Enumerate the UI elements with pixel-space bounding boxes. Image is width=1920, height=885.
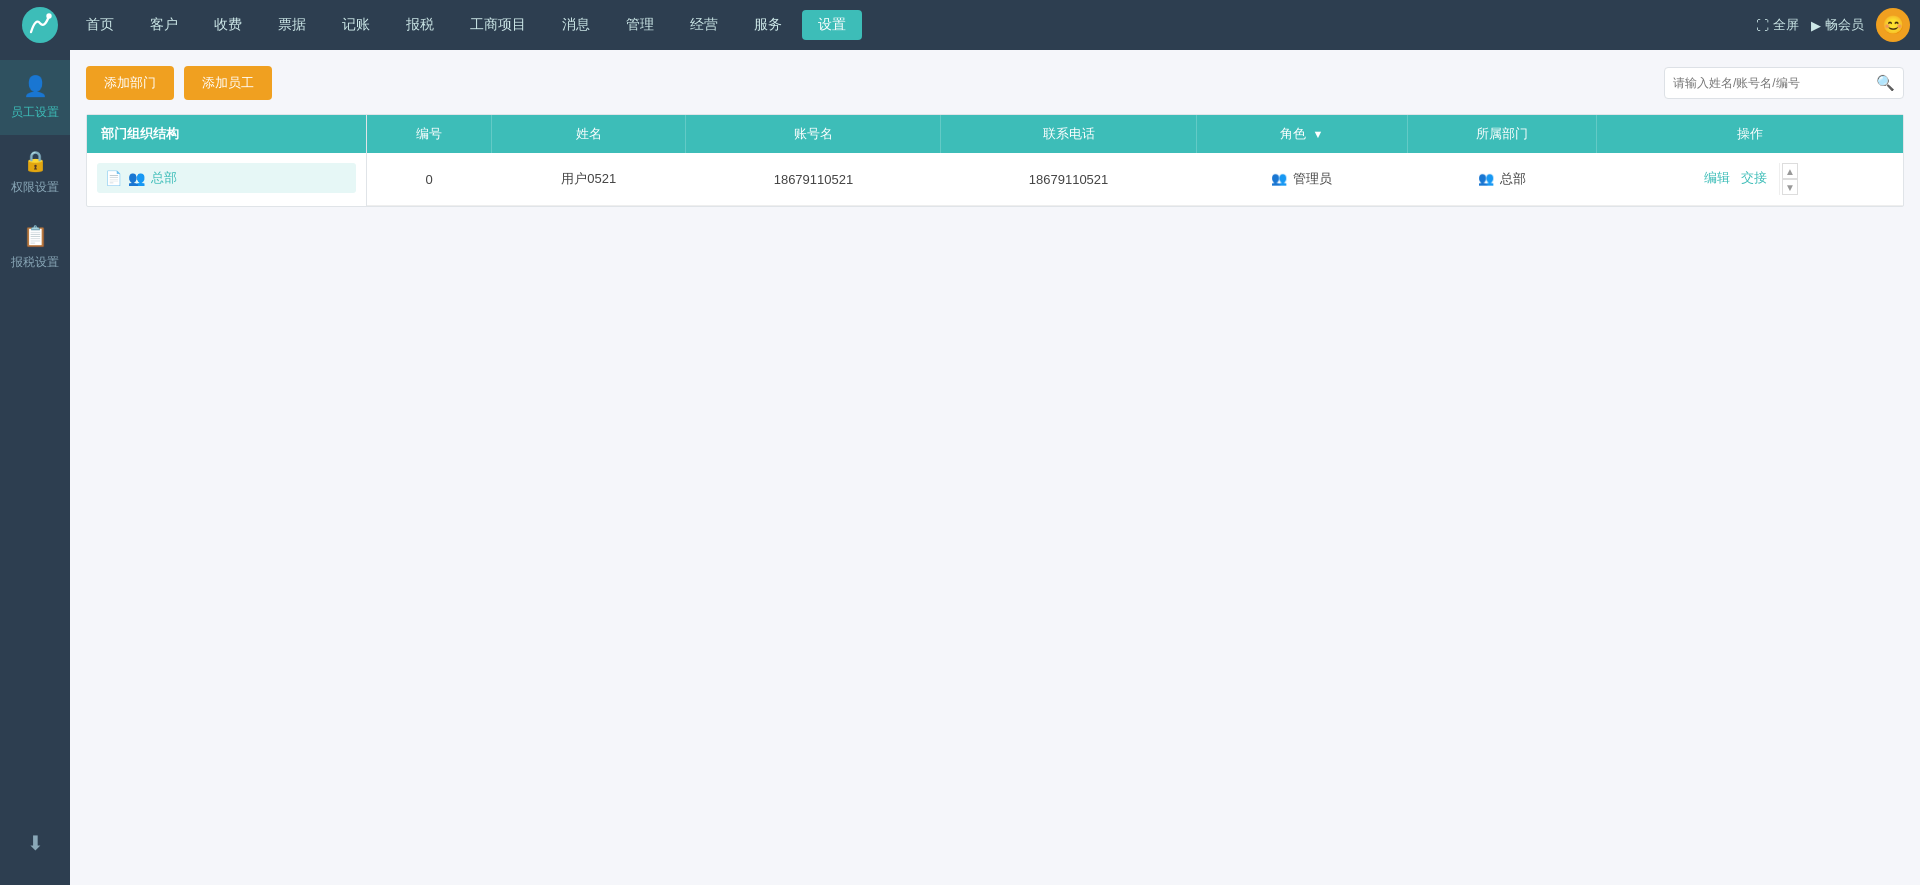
role-user-icon: 👥	[1271, 171, 1287, 186]
search-input[interactable]	[1673, 76, 1876, 90]
role-value: 管理员	[1293, 171, 1332, 186]
nav-service[interactable]: 服务	[738, 10, 798, 40]
scroll-down-btn[interactable]: ▼	[1782, 179, 1798, 195]
dept-user-icon-cell: 👥	[1478, 171, 1494, 186]
col-role: 角色 ▼	[1196, 115, 1407, 153]
avatar[interactable]: 😊	[1876, 8, 1910, 42]
employee-icon: 👤	[23, 74, 48, 98]
cell-account: 18679110521	[686, 153, 941, 206]
dept-name-root: 总部	[151, 169, 177, 187]
sidebar: 👤 员工设置 🔒 权限设置 📋 报税设置 ⬇	[0, 50, 70, 885]
nav-message[interactable]: 消息	[546, 10, 606, 40]
nav-business[interactable]: 工商项目	[454, 10, 542, 40]
search-container: 🔍	[1664, 67, 1904, 99]
fullscreen-btn[interactable]: ⛶ 全屏	[1756, 16, 1799, 34]
cell-id: 0	[367, 153, 491, 206]
scroll-ctrl: ▲ ▼	[1779, 163, 1800, 195]
cell-dept: 👥 总部	[1407, 153, 1597, 206]
transfer-link[interactable]: 交接	[1741, 170, 1767, 185]
logo[interactable]	[10, 7, 70, 43]
sidebar-download-btn[interactable]: ⬇	[27, 817, 44, 869]
toolbar: 添加部门 添加员工 🔍	[86, 66, 1904, 100]
scroll-up-btn[interactable]: ▲	[1782, 163, 1798, 179]
add-employee-button[interactable]: 添加员工	[184, 66, 272, 100]
main-layout: 👤 员工设置 🔒 权限设置 📋 报税设置 ⬇ 添加部门 添加员工 🔍	[0, 50, 1920, 885]
fullscreen-label: 全屏	[1773, 16, 1799, 34]
dept-tree-item-root[interactable]: 📄 👥 总部	[97, 163, 356, 193]
nav-tax[interactable]: 报税	[390, 10, 450, 40]
cell-role: 👥 管理员	[1196, 153, 1407, 206]
download-icon: ⬇	[27, 831, 44, 855]
nav-fee[interactable]: 收费	[198, 10, 258, 40]
nav-customer[interactable]: 客户	[134, 10, 194, 40]
col-phone: 联系电话	[941, 115, 1196, 153]
dept-tree-header: 部门组织结构	[87, 115, 366, 153]
nav-settings[interactable]: 设置	[802, 10, 862, 40]
col-id: 编号	[367, 115, 491, 153]
nav-right: ⛶ 全屏 ▶ 畅会员 😊	[1756, 8, 1910, 42]
sidebar-item-taxsettings[interactable]: 📋 报税设置	[0, 210, 70, 285]
nav-invoice[interactable]: 票据	[262, 10, 322, 40]
sidebar-label-taxsettings: 报税设置	[11, 254, 59, 271]
col-name: 姓名	[491, 115, 685, 153]
employee-table-wrap: 编号 姓名 账号名 联系电话 角色 ▼ 所属部门 操作	[367, 115, 1903, 206]
nav-accounting[interactable]: 记账	[326, 10, 386, 40]
file-icon: 📄	[105, 170, 122, 186]
search-button[interactable]: 🔍	[1876, 74, 1895, 92]
svg-point-0	[22, 7, 58, 43]
table-row: 0 用户0521 18679110521 18679110521 👥 管理员 👥…	[367, 153, 1903, 206]
sidebar-label-permission: 权限设置	[11, 179, 59, 196]
sidebar-item-employee[interactable]: 👤 员工设置	[0, 60, 70, 135]
dept-tree-body: 📄 👥 总部	[87, 153, 366, 203]
col-dept: 所属部门	[1407, 115, 1597, 153]
dept-value: 总部	[1500, 171, 1526, 186]
col-action: 操作	[1597, 115, 1903, 153]
report-icon: 📋	[23, 224, 48, 248]
nav-operation[interactable]: 经营	[674, 10, 734, 40]
nav-items: 首页 客户 收费 票据 记账 报税 工商项目 消息 管理 经营 服务 设置	[70, 10, 1756, 40]
fullscreen-icon: ⛶	[1756, 18, 1769, 33]
content-area: 添加部门 添加员工 🔍 部门组织结构 📄 👥 总部	[70, 50, 1920, 885]
lock-icon: 🔒	[23, 149, 48, 173]
table-section: 部门组织结构 📄 👥 总部 编号 姓名 账号名	[86, 114, 1904, 207]
sidebar-label-employee: 员工设置	[11, 104, 59, 121]
edit-link[interactable]: 编辑	[1704, 170, 1730, 185]
vip-btn[interactable]: ▶ 畅会员	[1811, 16, 1864, 34]
role-filter-icon[interactable]: ▼	[1312, 128, 1323, 140]
cell-name: 用户0521	[491, 153, 685, 206]
nav-manage[interactable]: 管理	[610, 10, 670, 40]
employee-table: 编号 姓名 账号名 联系电话 角色 ▼ 所属部门 操作	[367, 115, 1903, 206]
top-nav: 首页 客户 收费 票据 记账 报税 工商项目 消息 管理 经营 服务 设置 ⛶ …	[0, 0, 1920, 50]
add-dept-button[interactable]: 添加部门	[86, 66, 174, 100]
sidebar-item-permission[interactable]: 🔒 权限设置	[0, 135, 70, 210]
sidebar-bottom: ⬇	[27, 817, 44, 885]
dept-tree: 部门组织结构 📄 👥 总部	[87, 115, 367, 206]
table-header-row: 编号 姓名 账号名 联系电话 角色 ▼ 所属部门 操作	[367, 115, 1903, 153]
svg-point-1	[46, 13, 51, 18]
vip-icon: ▶	[1811, 18, 1821, 33]
cell-phone: 18679110521	[941, 153, 1196, 206]
col-account: 账号名	[686, 115, 941, 153]
nav-home[interactable]: 首页	[70, 10, 130, 40]
cell-actions: 编辑 交接 ▲ ▼	[1597, 153, 1903, 206]
vip-label: 畅会员	[1825, 16, 1864, 34]
dept-user-icon: 👥	[128, 170, 145, 186]
avatar-icon: 😊	[1882, 14, 1904, 36]
